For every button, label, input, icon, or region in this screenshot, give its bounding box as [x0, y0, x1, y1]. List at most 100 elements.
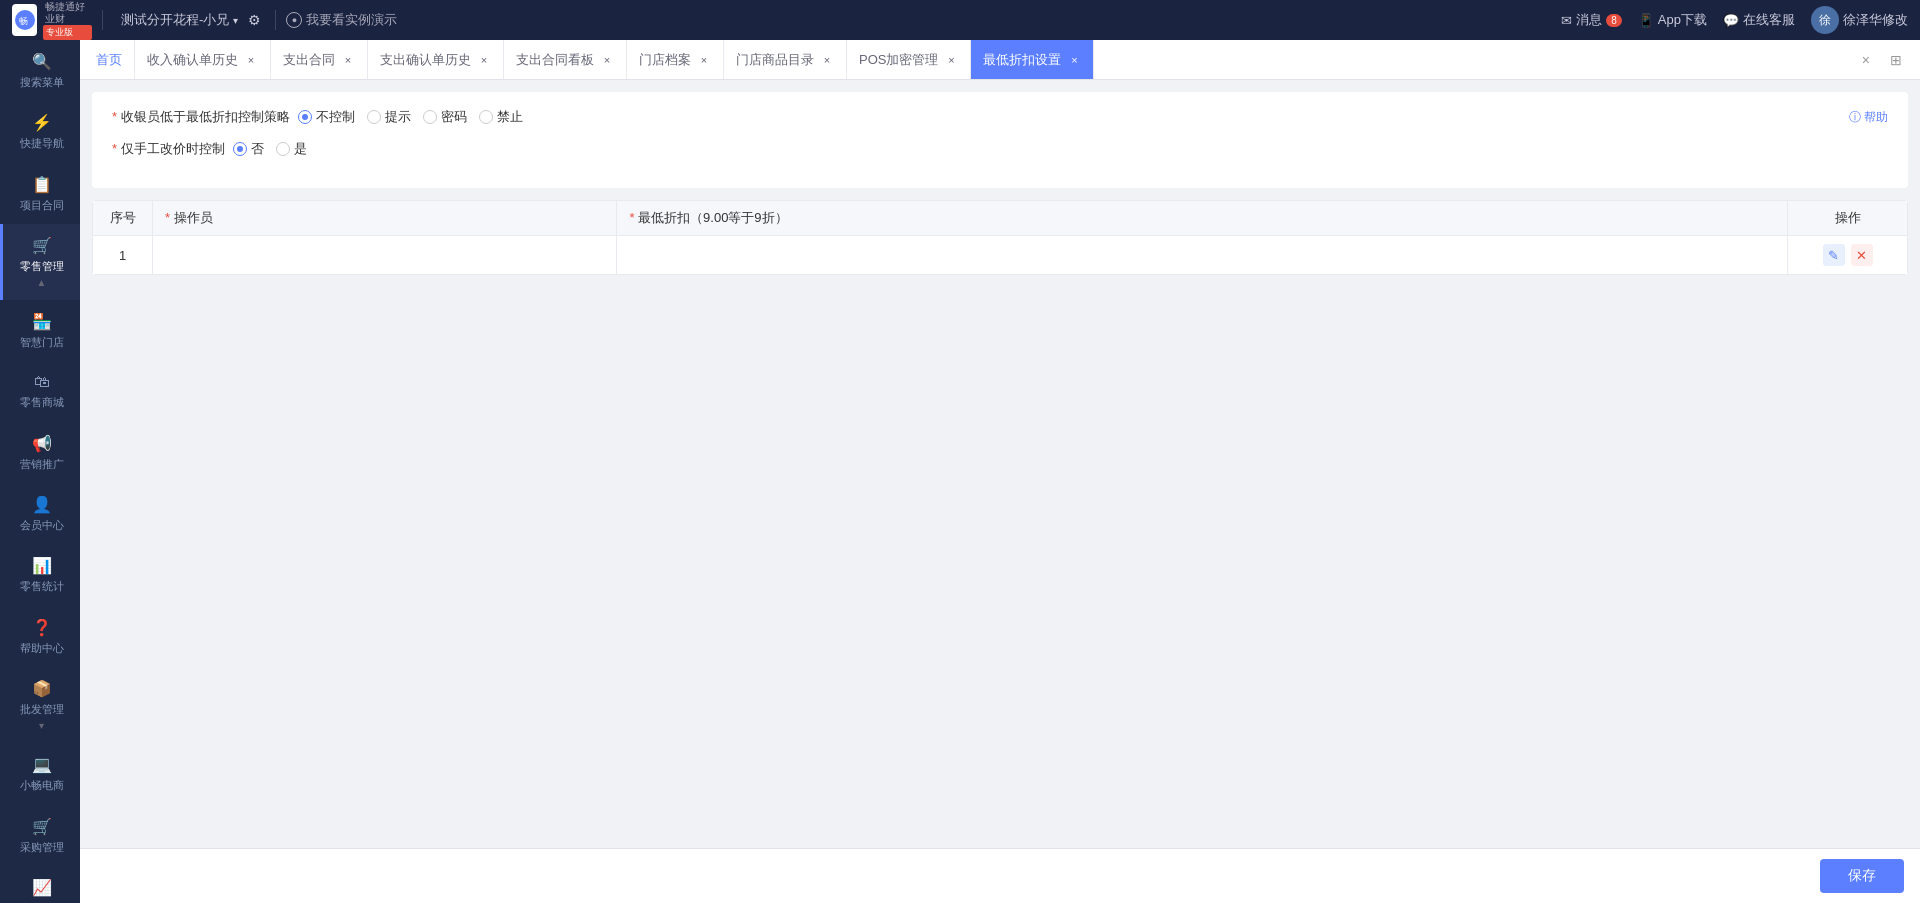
logo-area: 畅 畅捷通好业财 专业版 [12, 1, 92, 40]
delete-btn[interactable]: ✕ [1851, 244, 1873, 266]
tab-bar-actions: × ⊞ [1848, 50, 1916, 70]
col-discount-header: * 最低折扣（9.00等于9折） [617, 201, 1788, 236]
sidebar-item-search[interactable]: 🔍 搜索菜单 [0, 40, 80, 101]
demo-circle-icon: ● [286, 12, 302, 28]
wholesale-icon: 📦 [32, 679, 52, 698]
app-download-btn[interactable]: 📱 App下载 [1638, 11, 1707, 29]
manual-price-row: * 仅手工改价时控制 否 是 [112, 140, 1888, 158]
sidebar-item-project[interactable]: 📋 项目合同 [0, 163, 80, 224]
radio-forbid[interactable]: 禁止 [479, 108, 523, 126]
radio-dot-yes [276, 142, 290, 156]
sidebar-item-online-store[interactable]: 🛍 零售商城 [0, 361, 80, 421]
sidebar-item-retail-stats[interactable]: 📊 零售统计 [0, 544, 80, 605]
sidebar: 🔍 搜索菜单 ⚡ 快捷导航 📋 项目合同 🛒 零售管理 ▲ 🏪 智慧门店 🛍 零… [0, 40, 80, 903]
main-layout: 🔍 搜索菜单 ⚡ 快捷导航 📋 项目合同 🛒 零售管理 ▲ 🏪 智慧门店 🛍 零… [0, 40, 1920, 903]
sidebar-item-label: 帮助中心 [20, 641, 64, 655]
radio-password[interactable]: 密码 [423, 108, 467, 126]
close-icon[interactable]: × [697, 53, 711, 67]
demo-label: 我要看实例演示 [306, 11, 397, 29]
edit-btn[interactable]: ✎ [1823, 244, 1845, 266]
shortcut-icon: ⚡ [32, 113, 52, 132]
sidebar-item-ecommerce[interactable]: 💻 小畅电商 [0, 743, 80, 804]
sidebar-item-label: 智慧门店 [20, 335, 64, 349]
header-divider-2 [275, 10, 276, 30]
sidebar-item-member[interactable]: 👤 会员中心 [0, 483, 80, 544]
tab-payment-contract-label: 支出合同 [283, 51, 335, 69]
tab-close-btn[interactable]: × [1856, 50, 1876, 70]
sidebar-item-inventory[interactable]: 📈 库存核算 [0, 866, 80, 903]
tab-pos-password[interactable]: POS加密管理 × [847, 40, 971, 80]
help-btn[interactable]: ⓘ 帮助 [1849, 109, 1888, 126]
sidebar-item-purchase[interactable]: 🛒 采购管理 [0, 805, 80, 866]
header-right: ✉ 消息 8 📱 App下载 💬 在线客服 徐 徐泽华修改 [1561, 6, 1908, 34]
page-content: * 收银员低于最低折扣控制策略 不控制 提示 [80, 80, 1920, 848]
app-download-label: App下载 [1658, 11, 1707, 29]
sidebar-item-label: 项目合同 [20, 198, 64, 212]
row-action-btns: ✎ ✕ [1800, 244, 1895, 266]
sidebar-item-label: 采购管理 [20, 840, 64, 854]
save-button[interactable]: 保存 [1820, 859, 1904, 893]
chevron-down-icon: ▾ [39, 720, 44, 731]
radio-dot-no [233, 142, 247, 156]
logo-text: 畅捷通好业财 [45, 1, 92, 25]
manual-price-radio-group: 否 是 [233, 140, 307, 158]
cell-seq: 1 [93, 236, 153, 275]
required-star-2: * [112, 141, 117, 156]
help-circle-icon: ⓘ [1849, 109, 1861, 126]
tab-home[interactable]: 首页 [84, 40, 135, 80]
user-name: 徐泽华修改 [1843, 11, 1908, 29]
member-icon: 👤 [32, 495, 52, 514]
settings-icon[interactable]: ⚙ [248, 12, 261, 28]
sidebar-item-label: 零售商城 [20, 395, 64, 409]
sidebar-item-smart-store[interactable]: 🏪 智慧门店 [0, 300, 80, 361]
retail-stats-icon: 📊 [32, 556, 52, 575]
logo-icon: 畅 [12, 4, 37, 36]
sidebar-item-wholesale[interactable]: 📦 批发管理 ▾ [0, 667, 80, 743]
close-icon[interactable]: × [341, 53, 355, 67]
sidebar-item-help[interactable]: ❓ 帮助中心 [0, 606, 80, 667]
messages-btn[interactable]: ✉ 消息 8 [1561, 11, 1622, 29]
user-menu[interactable]: 徐 徐泽华修改 [1811, 6, 1908, 34]
tab-payment-contract[interactable]: 支出合同 × [271, 40, 368, 80]
radio-yes[interactable]: 是 [276, 140, 307, 158]
table-row: 1 ✎ ✕ [93, 236, 1908, 275]
radio-remind[interactable]: 提示 [367, 108, 411, 126]
radio-no-control[interactable]: 不控制 [298, 108, 355, 126]
tab-store-archive[interactable]: 门店档案 × [627, 40, 724, 80]
tab-payment-confirm-label: 支出确认单历史 [380, 51, 471, 69]
sidebar-item-shortcut[interactable]: ⚡ 快捷导航 [0, 101, 80, 162]
top-header: 畅 畅捷通好业财 专业版 测试分开花程-小兄 ▾ ⚙ ● 我要看实例演示 ✉ 消… [0, 0, 1920, 40]
search-icon: 🔍 [32, 52, 52, 71]
tab-income-confirm[interactable]: 收入确认单历史 × [135, 40, 271, 80]
required-col-star: * [165, 210, 170, 225]
tab-payment-kanban-label: 支出合同看板 [516, 51, 594, 69]
online-service-btn[interactable]: 💬 在线客服 [1723, 11, 1795, 29]
tab-min-discount[interactable]: 最低折扣设置 × [971, 40, 1094, 80]
close-icon[interactable]: × [820, 53, 834, 67]
radio-no[interactable]: 否 [233, 140, 264, 158]
tab-store-goods[interactable]: 门店商品目录 × [724, 40, 847, 80]
tab-payment-kanban[interactable]: 支出合同看板 × [504, 40, 627, 80]
close-icon[interactable]: × [1067, 53, 1081, 67]
project-selector[interactable]: 测试分开花程-小兄 ▾ ⚙ [121, 11, 265, 29]
sidebar-item-retail[interactable]: 🛒 零售管理 ▲ [0, 224, 80, 300]
close-icon[interactable]: × [600, 53, 614, 67]
tab-payment-confirm[interactable]: 支出确认单历史 × [368, 40, 504, 80]
header-divider-1 [102, 10, 103, 30]
cell-operator [153, 236, 617, 275]
tab-pos-password-label: POS加密管理 [859, 51, 938, 69]
tab-expand-btn[interactable]: ⊞ [1884, 50, 1908, 70]
sidebar-item-label: 零售统计 [20, 579, 64, 593]
close-icon[interactable]: × [944, 53, 958, 67]
close-icon[interactable]: × [477, 53, 491, 67]
sidebar-item-label: 搜索菜单 [20, 75, 64, 89]
tab-income-confirm-label: 收入确认单历史 [147, 51, 238, 69]
svg-text:畅: 畅 [19, 16, 28, 26]
close-icon[interactable]: × [244, 53, 258, 67]
sidebar-item-marketing[interactable]: 📢 营销推广 [0, 422, 80, 483]
radio-dot-password [423, 110, 437, 124]
messages-label: 消息 [1576, 11, 1602, 29]
demo-link[interactable]: ● 我要看实例演示 [286, 11, 397, 29]
control-policy-row: * 收银员低于最低折扣控制策略 不控制 提示 [112, 108, 1888, 126]
content-area: 首页 收入确认单历史 × 支出合同 × 支出确认单历史 × 支出合同看板 × 门… [80, 40, 1920, 903]
